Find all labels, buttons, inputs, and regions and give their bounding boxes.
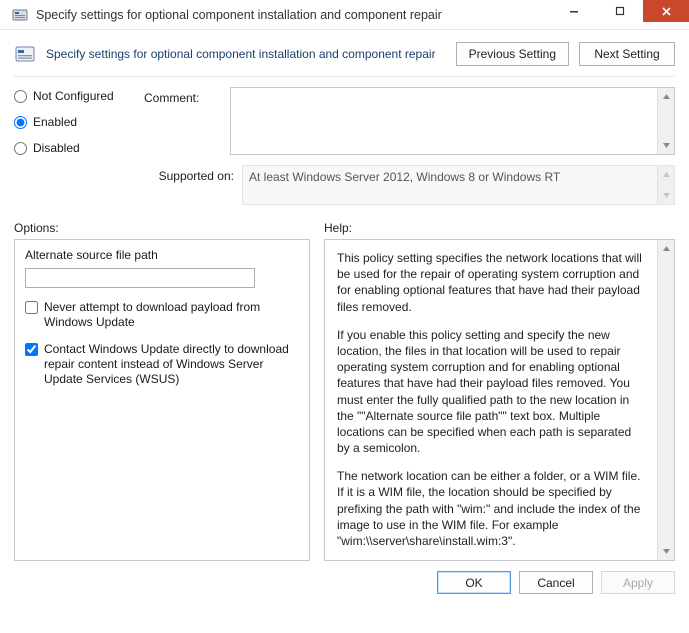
no-download-check-row[interactable]: Never attempt to download payload from W…	[25, 300, 299, 330]
header-subtitle: Specify settings for optional component …	[46, 47, 446, 61]
help-paragraph: If you enable this policy setting and sp…	[337, 327, 645, 457]
radio-disabled-input[interactable]	[14, 142, 27, 155]
scroll-down-icon	[658, 187, 674, 204]
window-title: Specify settings for optional component …	[36, 8, 551, 22]
scroll-down-icon[interactable]	[658, 137, 674, 154]
scroll-up-icon	[658, 166, 674, 183]
app-icon	[12, 7, 28, 23]
panel-headers: Options: Help:	[0, 211, 689, 239]
ok-button[interactable]: OK	[437, 571, 511, 594]
contact-wu-label: Contact Windows Update directly to downl…	[44, 342, 299, 387]
radio-not-configured-label: Not Configured	[33, 89, 114, 103]
radio-not-configured[interactable]: Not Configured	[14, 89, 132, 103]
help-panel: This policy setting specifies the networ…	[324, 239, 675, 561]
next-setting-button[interactable]: Next Setting	[579, 42, 675, 66]
comment-label: Comment:	[144, 87, 222, 105]
scroll-down-icon[interactable]	[658, 543, 674, 560]
help-paragraph: This policy setting specifies the networ…	[337, 250, 645, 315]
comment-textarea[interactable]	[231, 88, 657, 154]
divider	[14, 76, 675, 77]
cancel-button[interactable]: Cancel	[519, 571, 593, 594]
policy-icon	[14, 43, 36, 65]
supported-label: Supported on:	[144, 165, 234, 205]
panels: Alternate source file path Never attempt…	[0, 239, 689, 561]
state-area: Not Configured Enabled Disabled Comment:	[0, 83, 689, 159]
window-controls	[551, 0, 689, 29]
close-button[interactable]	[643, 0, 689, 22]
help-header: Help:	[324, 221, 352, 235]
previous-setting-button[interactable]: Previous Setting	[456, 42, 569, 66]
supported-row: Supported on: At least Windows Server 20…	[0, 159, 689, 211]
alt-path-input[interactable]	[25, 268, 255, 288]
no-download-label: Never attempt to download payload from W…	[44, 300, 299, 330]
radio-enabled-label: Enabled	[33, 115, 77, 129]
supported-value: At least Windows Server 2012, Windows 8 …	[243, 166, 657, 204]
state-radio-group: Not Configured Enabled Disabled	[14, 87, 132, 155]
supported-box: At least Windows Server 2012, Windows 8 …	[242, 165, 675, 205]
minimize-button[interactable]	[551, 0, 597, 22]
contact-wu-check-row[interactable]: Contact Windows Update directly to downl…	[25, 342, 299, 387]
options-header: Options:	[14, 221, 310, 235]
radio-disabled[interactable]: Disabled	[14, 141, 132, 155]
options-panel: Alternate source file path Never attempt…	[14, 239, 310, 561]
titlebar: Specify settings for optional component …	[0, 0, 689, 30]
bottom-bar: OK Cancel Apply	[0, 561, 689, 594]
radio-not-configured-input[interactable]	[14, 90, 27, 103]
supported-scrollbar	[657, 166, 674, 204]
radio-enabled-input[interactable]	[14, 116, 27, 129]
scroll-up-icon[interactable]	[658, 88, 674, 105]
comment-box	[230, 87, 675, 155]
help-content: This policy setting specifies the networ…	[325, 240, 657, 560]
no-download-checkbox[interactable]	[25, 301, 38, 314]
radio-enabled[interactable]: Enabled	[14, 115, 132, 129]
apply-button: Apply	[601, 571, 675, 594]
scroll-up-icon[interactable]	[658, 240, 674, 257]
comment-scrollbar[interactable]	[657, 88, 674, 154]
help-paragraph: The network location can be either a fol…	[337, 468, 645, 549]
help-scrollbar[interactable]	[657, 240, 674, 560]
contact-wu-checkbox[interactable]	[25, 343, 38, 356]
comment-block: Comment:	[144, 87, 675, 155]
header-row: Specify settings for optional component …	[0, 30, 689, 74]
alt-path-label: Alternate source file path	[25, 248, 299, 262]
radio-disabled-label: Disabled	[33, 141, 80, 155]
maximize-button[interactable]	[597, 0, 643, 22]
